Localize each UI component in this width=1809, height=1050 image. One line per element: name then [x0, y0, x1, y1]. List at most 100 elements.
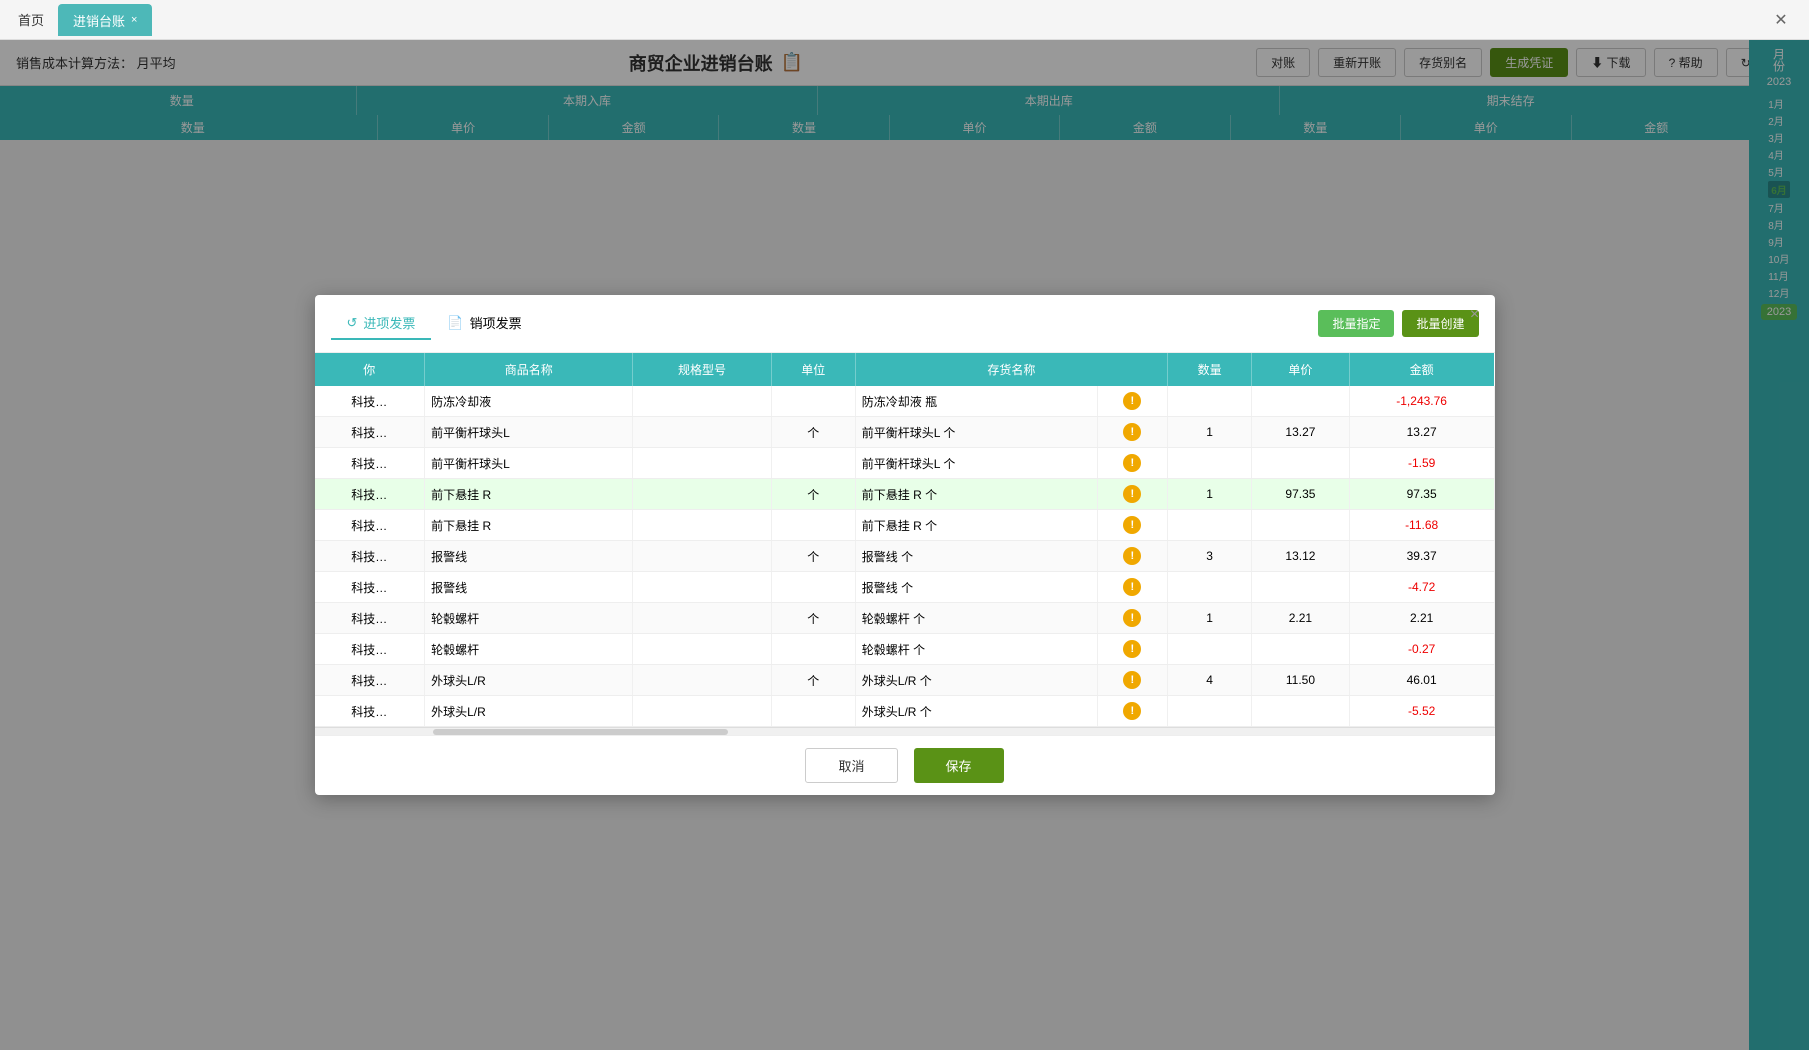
- dialog-scrollbar-thumb: [433, 729, 728, 735]
- cell-amount: -4.72: [1349, 572, 1494, 603]
- table-header-row: 你 商品名称 规格型号 单位 存货名称 数量 单价 金额: [315, 353, 1495, 386]
- cell-company: 科技…: [315, 541, 425, 572]
- th-inventory: 存货名称: [855, 353, 1167, 386]
- home-tab[interactable]: 首页: [8, 4, 54, 35]
- cell-warn: !: [1097, 541, 1167, 572]
- cell-amount: 39.37: [1349, 541, 1494, 572]
- cell-quantity: [1168, 634, 1252, 665]
- cell-company: 科技…: [315, 386, 425, 417]
- dialog-table-wrapper[interactable]: 你 商品名称 规格型号 单位 存货名称 数量 单价 金额 科技… 防冻冷却液: [315, 353, 1495, 727]
- cell-unit-price: 97.35: [1252, 479, 1350, 510]
- cell-unit: 个: [771, 479, 855, 510]
- dialog-scrollbar[interactable]: [315, 727, 1495, 735]
- cell-product: 轮毂螺杆: [425, 634, 633, 665]
- cell-company: 科技…: [315, 448, 425, 479]
- warning-icon: !: [1123, 640, 1141, 658]
- cell-company: 科技…: [315, 510, 425, 541]
- cell-inventory: 报警线 个: [855, 541, 1097, 572]
- cell-company: 科技…: [315, 479, 425, 510]
- cell-warn: !: [1097, 634, 1167, 665]
- cell-amount: 2.21: [1349, 603, 1494, 634]
- cell-warn: !: [1097, 479, 1167, 510]
- cell-company: 科技…: [315, 634, 425, 665]
- dialog-close-button[interactable]: ×: [1463, 303, 1487, 327]
- cell-unit-price: 2.21: [1252, 603, 1350, 634]
- cell-inventory: 轮毂螺杆 个: [855, 603, 1097, 634]
- cell-spec: [633, 696, 772, 727]
- cell-quantity: [1168, 386, 1252, 417]
- warning-icon: !: [1123, 392, 1141, 410]
- dialog: ↺ 进项发票 📄 销项发票 批量指定 批量创建 × 你: [315, 295, 1495, 795]
- cell-product: 外球头L/R: [425, 665, 633, 696]
- cell-inventory: 前下悬挂 R 个: [855, 479, 1097, 510]
- th-spec: 规格型号: [633, 353, 772, 386]
- incoming-icon: ↺: [347, 315, 358, 331]
- table-row: 科技… 前下悬挂 R 个 前下悬挂 R 个 ! 1 97.35 97.35: [315, 479, 1495, 510]
- cell-warn: !: [1097, 603, 1167, 634]
- cell-spec: [633, 479, 772, 510]
- cell-inventory: 报警线 个: [855, 572, 1097, 603]
- cell-unit: [771, 510, 855, 541]
- table-row: 科技… 轮毂螺杆 个 轮毂螺杆 个 ! 1 2.21 2.21: [315, 603, 1495, 634]
- warning-icon: !: [1123, 702, 1141, 720]
- cell-unit-price: 13.12: [1252, 541, 1350, 572]
- warning-icon: !: [1123, 423, 1141, 441]
- cell-quantity: [1168, 572, 1252, 603]
- cell-product: 报警线: [425, 572, 633, 603]
- cell-quantity: 1: [1168, 417, 1252, 448]
- table-row: 科技… 轮毂螺杆 轮毂螺杆 个 ! -0.27: [315, 634, 1495, 665]
- cell-unit: [771, 386, 855, 417]
- tab-incoming[interactable]: ↺ 进项发票: [331, 307, 432, 340]
- warning-icon: !: [1123, 671, 1141, 689]
- th-amount: 金额: [1349, 353, 1494, 386]
- cell-quantity: [1168, 696, 1252, 727]
- active-tab[interactable]: 进销台账 ×: [58, 4, 152, 36]
- warning-icon: !: [1123, 485, 1141, 503]
- cell-product: 前平衡杆球头L: [425, 448, 633, 479]
- cell-warn: !: [1097, 448, 1167, 479]
- cell-spec: [633, 665, 772, 696]
- cancel-button[interactable]: 取消: [805, 748, 897, 783]
- cell-company: 科技…: [315, 696, 425, 727]
- table-row: 科技… 前下悬挂 R 前下悬挂 R 个 ! -11.68: [315, 510, 1495, 541]
- cell-warn: !: [1097, 386, 1167, 417]
- cell-unit-price: [1252, 696, 1350, 727]
- dialog-footer: 取消 保存: [315, 735, 1495, 795]
- warning-icon: !: [1123, 609, 1141, 627]
- cell-unit: [771, 572, 855, 603]
- cell-product: 前下悬挂 R: [425, 510, 633, 541]
- save-button[interactable]: 保存: [914, 748, 1004, 783]
- tab-close-icon[interactable]: ×: [131, 14, 137, 26]
- warning-icon: !: [1123, 547, 1141, 565]
- cell-product: 轮毂螺杆: [425, 603, 633, 634]
- outgoing-label: 销项发票: [470, 313, 522, 332]
- top-bar: 首页 进销台账 × ✕: [0, 0, 1809, 40]
- outgoing-icon: 📄: [447, 315, 463, 331]
- cell-unit-price: 11.50: [1252, 665, 1350, 696]
- cell-spec: [633, 448, 772, 479]
- cell-unit: 个: [771, 665, 855, 696]
- th-unit: 单位: [771, 353, 855, 386]
- cell-warn: !: [1097, 572, 1167, 603]
- cell-warn: !: [1097, 696, 1167, 727]
- batch-assign-button[interactable]: 批量指定: [1318, 310, 1394, 337]
- cell-unit: 个: [771, 541, 855, 572]
- cell-amount: -1.59: [1349, 448, 1494, 479]
- cell-amount: 13.27: [1349, 417, 1494, 448]
- cell-amount: -1,243.76: [1349, 386, 1494, 417]
- cell-product: 外球头L/R: [425, 696, 633, 727]
- cell-inventory: 轮毂螺杆 个: [855, 634, 1097, 665]
- main-content: 销售成本计算方法： 月平均 商贸企业进销台账 📋 对账 重新开账 存货别名 生成…: [0, 40, 1809, 1050]
- dialog-overlay: ↺ 进项发票 📄 销项发票 批量指定 批量创建 × 你: [0, 40, 1809, 1050]
- cell-quantity: [1168, 448, 1252, 479]
- th-company: 你: [315, 353, 425, 386]
- cell-inventory: 外球头L/R 个: [855, 696, 1097, 727]
- table-row: 科技… 前平衡杆球头L 个 前平衡杆球头L 个 ! 1 13.27 13.27: [315, 417, 1495, 448]
- cell-quantity: 1: [1168, 479, 1252, 510]
- window-close-button[interactable]: ✕: [1761, 0, 1801, 40]
- tab-outgoing[interactable]: 📄 销项发票: [431, 307, 537, 340]
- cell-unit-price: [1252, 448, 1350, 479]
- cell-unit: 个: [771, 417, 855, 448]
- cell-unit-price: 13.27: [1252, 417, 1350, 448]
- cell-spec: [633, 541, 772, 572]
